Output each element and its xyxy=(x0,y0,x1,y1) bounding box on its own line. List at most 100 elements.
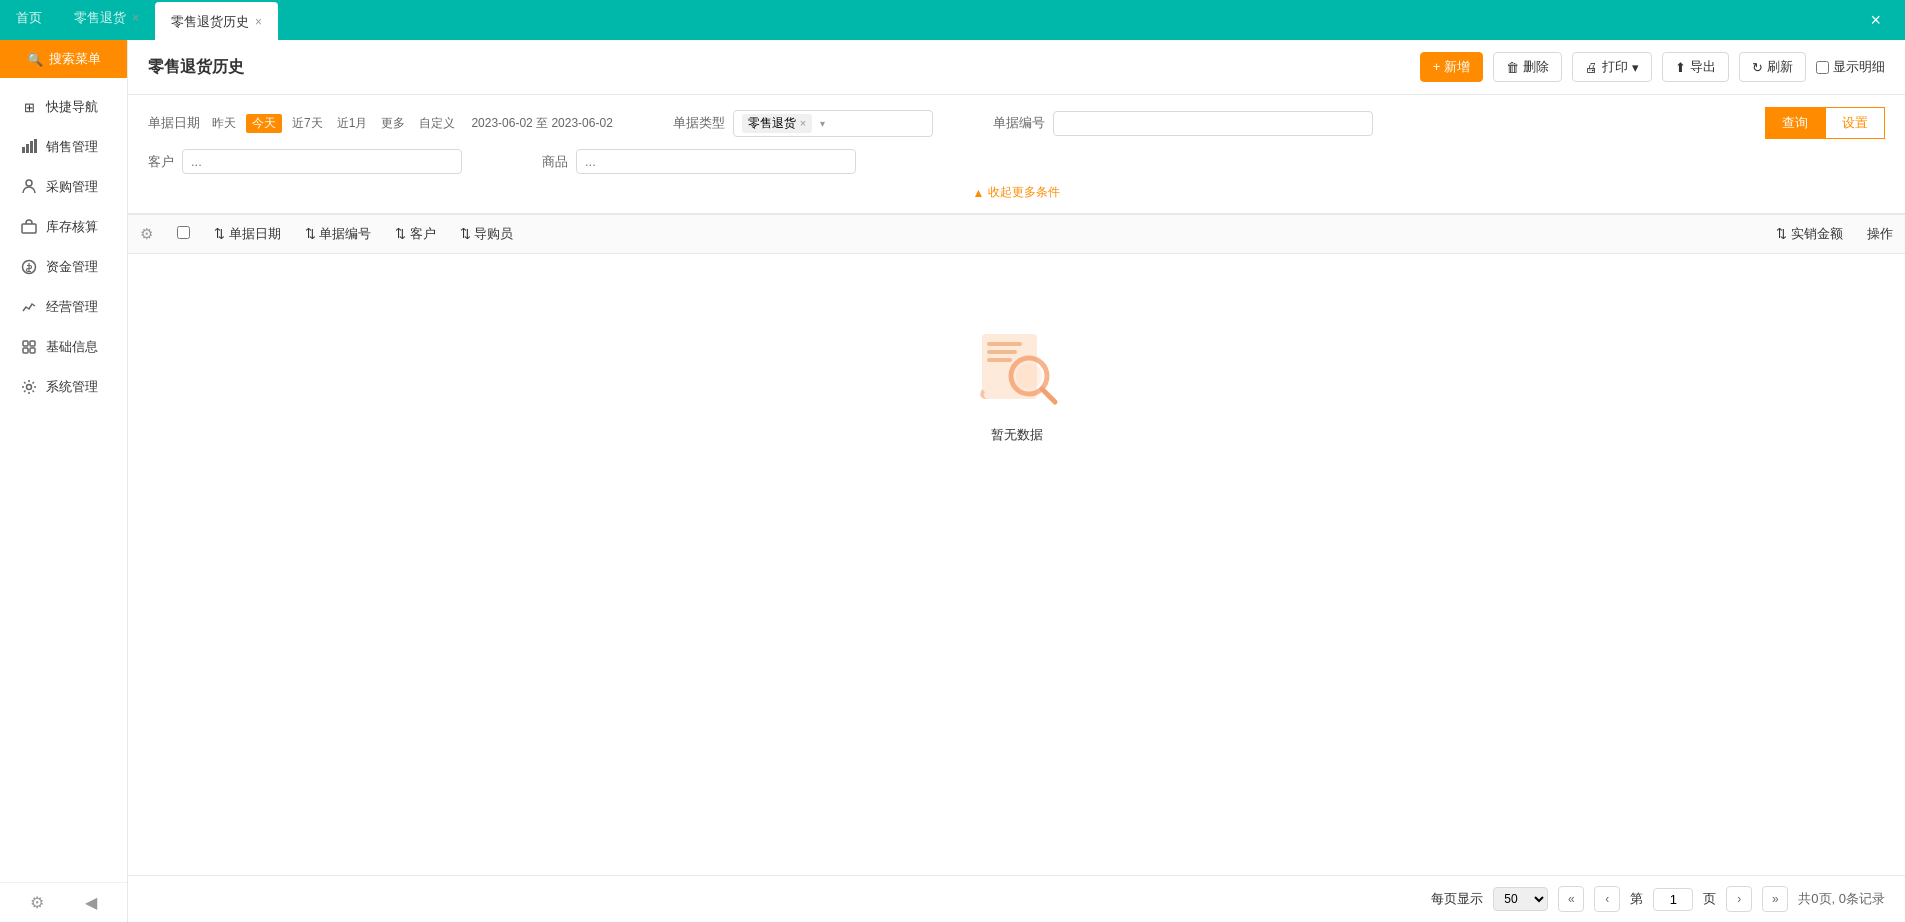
svg-rect-0 xyxy=(22,147,25,153)
svg-rect-7 xyxy=(23,341,28,346)
collapse-label: 收起更多条件 xyxy=(988,184,1060,201)
tab-retail-return[interactable]: 零售退货 × xyxy=(58,0,155,38)
sidebar-nav: ⊞ 快捷导航 销售管理 采购管理 库存核算 xyxy=(0,78,127,882)
svg-rect-10 xyxy=(30,348,35,353)
window-controls: × xyxy=(1862,10,1905,31)
page-size-select[interactable]: 20 50 100 xyxy=(1493,887,1548,911)
finance-icon xyxy=(20,258,38,276)
refresh-button[interactable]: ↻ 刷新 xyxy=(1739,52,1806,82)
sidebar-item-quick-nav[interactable]: ⊞ 快捷导航 xyxy=(4,88,123,126)
voucher-type-filter: 单据类型 零售退货 × ▾ xyxy=(673,110,933,137)
goods-input[interactable] xyxy=(576,149,856,174)
new-button[interactable]: + 新增 xyxy=(1420,52,1483,82)
date-range-display: 2023-06-02 至 2023-06-02 xyxy=(471,115,612,132)
top-bar: 首页 零售退货 × 零售退货历史 × × xyxy=(0,0,1905,40)
date-opt-1month[interactable]: 近1月 xyxy=(333,114,372,133)
show-detail-label: 显示明细 xyxy=(1833,58,1885,76)
tab-retail-return-history-close[interactable]: × xyxy=(255,15,262,29)
filter-row-2: 客户 商品 xyxy=(148,149,1885,174)
voucher-type-tag: 零售退货 × xyxy=(742,114,812,133)
empty-illustration xyxy=(967,314,1067,414)
export-button[interactable]: ⬆ 导出 xyxy=(1662,52,1729,82)
col-no: ⇅ 单据编号 xyxy=(293,215,384,254)
page-number-input[interactable] xyxy=(1653,888,1693,911)
col-actions: 操作 xyxy=(1855,215,1905,254)
table-settings-icon[interactable]: ⚙ xyxy=(140,225,153,242)
col-spacer xyxy=(526,215,1765,254)
col-amount-label: ⇅ 实销金额 xyxy=(1776,226,1843,241)
query-button[interactable]: 查询 xyxy=(1765,107,1825,139)
sidebar-item-inventory[interactable]: 库存核算 xyxy=(4,208,123,246)
voucher-no-label: 单据编号 xyxy=(993,114,1045,132)
voucher-type-label: 单据类型 xyxy=(673,114,725,132)
date-opt-yesterday[interactable]: 昨天 xyxy=(208,114,240,133)
col-customer-label: ⇅ 客户 xyxy=(395,226,436,241)
page-label-suffix: 页 xyxy=(1703,890,1716,908)
sidebar-item-inventory-label: 库存核算 xyxy=(46,218,98,236)
filter-area: 单据日期 昨天 今天 近7天 近1月 更多 自定义 2023-06-02 至 2… xyxy=(128,95,1905,214)
voucher-no-input[interactable] xyxy=(1053,111,1373,136)
col-customer: ⇅ 客户 xyxy=(383,215,448,254)
settings-button[interactable]: 设置 xyxy=(1825,107,1885,139)
refresh-icon: ↻ xyxy=(1752,60,1763,75)
sidebar-item-finance-label: 资金管理 xyxy=(46,258,98,276)
voucher-type-tag-close[interactable]: × xyxy=(800,117,806,129)
first-page-button[interactable]: « xyxy=(1558,886,1584,912)
sidebar-search[interactable]: 🔍 搜索菜单 xyxy=(0,40,127,78)
svg-rect-1 xyxy=(26,144,29,153)
print-button[interactable]: 🖨 打印 ▾ xyxy=(1572,52,1652,82)
tab-home[interactable]: 首页 xyxy=(0,0,58,38)
window-close-button[interactable]: × xyxy=(1862,10,1889,31)
date-opt-7days[interactable]: 近7天 xyxy=(288,114,327,133)
page-label-prefix: 第 xyxy=(1630,890,1643,908)
purchase-icon xyxy=(20,178,38,196)
sidebar-item-operations-label: 经营管理 xyxy=(46,298,98,316)
sidebar-item-finance[interactable]: 资金管理 xyxy=(4,248,123,286)
quick-nav-icon: ⊞ xyxy=(20,98,38,116)
date-filter: 单据日期 昨天 今天 近7天 近1月 更多 自定义 2023-06-02 至 2… xyxy=(148,114,613,133)
svg-rect-14 xyxy=(987,350,1017,354)
date-opt-custom[interactable]: 自定义 xyxy=(415,114,459,133)
last-page-button[interactable]: » xyxy=(1762,886,1788,912)
customer-input[interactable] xyxy=(182,149,462,174)
show-detail-checkbox[interactable] xyxy=(1816,61,1829,74)
sidebar-item-quick-nav-label: 快捷导航 xyxy=(46,98,98,116)
page-title: 零售退货历史 xyxy=(148,57,244,78)
show-detail-checkbox-label[interactable]: 显示明细 xyxy=(1816,58,1885,76)
col-date: ⇅ 单据日期 xyxy=(202,215,293,254)
svg-rect-13 xyxy=(987,342,1022,346)
settings-bottom-icon[interactable]: ⚙ xyxy=(30,893,44,912)
pagination: 每页显示 20 50 100 « ‹ 第 页 › » 共0页, 0条记录 xyxy=(128,875,1905,922)
sidebar-item-base-info[interactable]: 基础信息 xyxy=(4,328,123,366)
sidebar-bottom: ⚙ ◀ xyxy=(0,882,127,922)
svg-rect-3 xyxy=(34,139,37,153)
sidebar-item-purchase[interactable]: 采购管理 xyxy=(4,168,123,206)
col-guide-label: ⇅ 导购员 xyxy=(460,226,514,241)
sidebar: 🔍 搜索菜单 ⊞ 快捷导航 销售管理 采购管理 xyxy=(0,40,128,922)
sidebar-item-operations[interactable]: 经营管理 xyxy=(4,288,123,326)
svg-point-11 xyxy=(27,385,32,390)
voucher-type-input[interactable]: 零售退货 × ▾ xyxy=(733,110,933,137)
col-actions-label: 操作 xyxy=(1867,226,1893,241)
sidebar-search-label: 搜索菜单 xyxy=(49,50,101,68)
search-icon: 🔍 xyxy=(27,52,43,67)
svg-point-4 xyxy=(26,180,32,186)
date-opt-more[interactable]: 更多 xyxy=(377,114,409,133)
svg-rect-8 xyxy=(30,341,35,346)
sidebar-item-system[interactable]: 系统管理 xyxy=(4,368,123,406)
sidebar-item-base-info-label: 基础信息 xyxy=(46,338,98,356)
main-layout: 🔍 搜索菜单 ⊞ 快捷导航 销售管理 采购管理 xyxy=(0,40,1905,922)
next-page-button[interactable]: › xyxy=(1726,886,1752,912)
prev-page-button[interactable]: ‹ xyxy=(1594,886,1620,912)
select-all-checkbox[interactable] xyxy=(177,226,190,239)
base-info-icon xyxy=(20,338,38,356)
tab-retail-return-close[interactable]: × xyxy=(132,11,139,25)
sidebar-item-sales[interactable]: 销售管理 xyxy=(4,128,123,166)
delete-button[interactable]: 🗑 删除 xyxy=(1493,52,1562,82)
collapse-sidebar-icon[interactable]: ◀ xyxy=(85,893,97,912)
tab-list: 首页 零售退货 × 零售退货历史 × xyxy=(0,0,1862,42)
tab-retail-return-history[interactable]: 零售退货历史 × xyxy=(155,2,278,42)
date-opt-today[interactable]: 今天 xyxy=(246,114,282,133)
collapse-filter-button[interactable]: ▲ 收起更多条件 xyxy=(973,184,1061,201)
collapse-icon: ▲ xyxy=(973,186,985,200)
